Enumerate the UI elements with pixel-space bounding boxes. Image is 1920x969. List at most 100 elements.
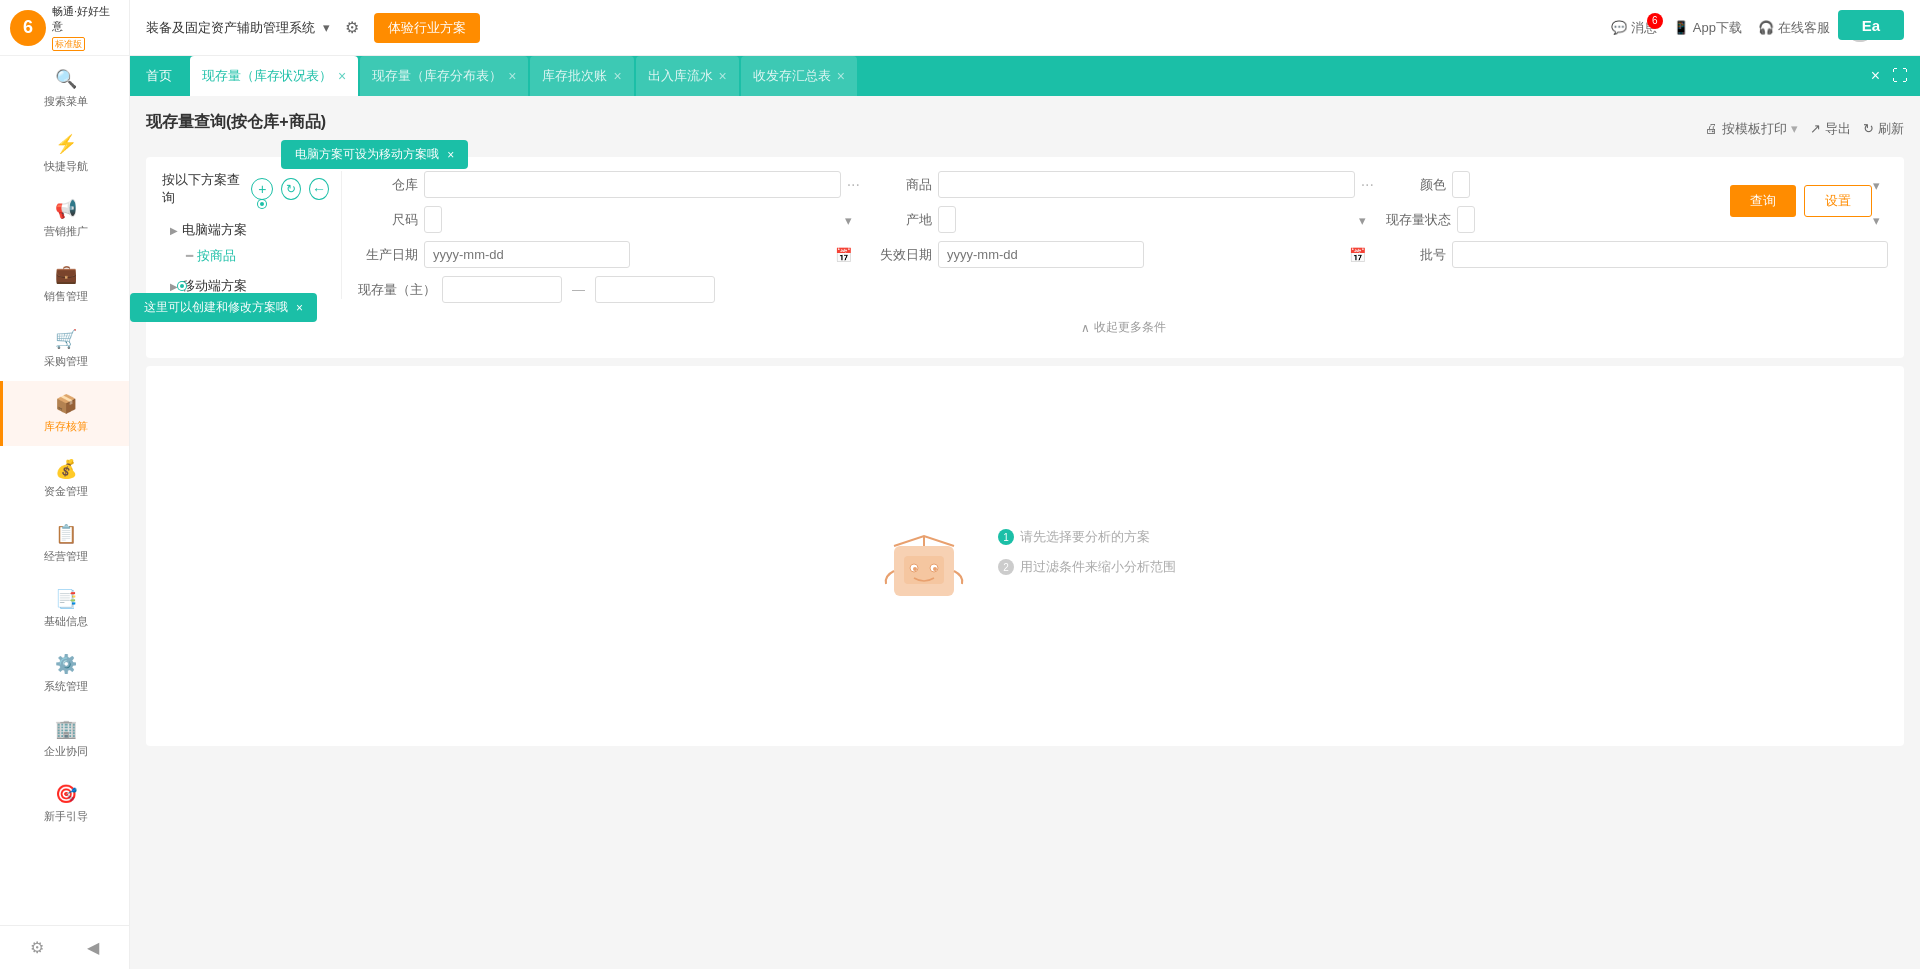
tab-inventory-batch[interactable]: 库存批次账 × xyxy=(530,56,633,96)
step-2-label: 用过滤条件来缩小分析范围 xyxy=(1020,558,1176,576)
main-content: 现存量查询(按仓库+商品) 🖨 按模板打印 ▾ ↗ 导出 ↻ 刷新 xyxy=(130,96,1920,969)
empty-step-1: 1 请先选择要分析的方案 xyxy=(998,528,1176,546)
online-service-button[interactable]: 🎧 在线客服 xyxy=(1758,19,1830,37)
filter-field-inventory-qty: 现存量（主） — xyxy=(358,276,758,303)
filter-field-inventory-status: 现存量状态 xyxy=(1386,206,1888,233)
filter-header: 按以下方案查询 + 电脑方案可设为移动方案哦 × ↻ xyxy=(162,171,329,207)
size-label: 尺码 xyxy=(358,211,418,229)
sidebar-item-finance[interactable]: 💰 资金管理 xyxy=(0,446,129,511)
origin-label: 产地 xyxy=(872,211,932,229)
tree-desktop[interactable]: ▶ 电脑端方案 xyxy=(170,217,329,243)
origin-select[interactable] xyxy=(938,206,956,233)
empty-state-panel: 1 请先选择要分析的方案 2 用过滤条件来缩小分析范围 xyxy=(146,366,1904,746)
warehouse-input[interactable] xyxy=(424,171,841,198)
tab-close-collect-summary[interactable]: × xyxy=(837,68,845,84)
warehouse-dots[interactable]: ··· xyxy=(847,176,860,194)
message-button[interactable]: 💬 消息 6 xyxy=(1611,19,1657,37)
add-scenario-button[interactable]: + xyxy=(251,178,273,200)
sidebar-item-enterprise[interactable]: 🏢 企业协同 xyxy=(0,706,129,771)
export-button[interactable]: ↗ 导出 xyxy=(1810,120,1851,138)
sidebar-item-label: 库存核算 xyxy=(44,419,88,434)
sidebar-item-system[interactable]: ⚙️ 系统管理 xyxy=(0,641,129,706)
batch-input[interactable] xyxy=(1452,241,1888,268)
tab-close-inventory-status[interactable]: × xyxy=(338,68,346,84)
tree-item-by-goods[interactable]: ━ 按商品 xyxy=(186,243,329,269)
tab-label: 现存量（库存状况表） xyxy=(202,67,332,85)
goods-dots[interactable]: ··· xyxy=(1361,176,1374,194)
size-select[interactable] xyxy=(424,206,442,233)
settings-button[interactable]: ⚙ xyxy=(338,14,366,42)
sidebar-item-purchase[interactable]: 🛒 采购管理 xyxy=(0,316,129,381)
tab-close-in-out-flow[interactable]: × xyxy=(719,68,727,84)
sidebar-item-operations[interactable]: 📋 经营管理 xyxy=(0,511,129,576)
tooltip-close-2[interactable]: × xyxy=(296,301,303,315)
tab-collect-summary[interactable]: 收发存汇总表 × xyxy=(741,56,857,96)
filter-field-goods: 商品 ··· xyxy=(872,171,1374,198)
sidebar-item-label: 新手引导 xyxy=(44,809,88,824)
filter-field-warehouse: 仓库 ··· xyxy=(358,171,860,198)
sidebar-item-label: 系统管理 xyxy=(44,679,88,694)
trial-button[interactable]: 体验行业方案 xyxy=(374,13,480,43)
filter-panel: 按以下方案查询 + 电脑方案可设为移动方案哦 × ↻ xyxy=(146,157,1904,358)
tab-close-inventory-batch[interactable]: × xyxy=(613,68,621,84)
money-icon: 💰 xyxy=(55,458,77,480)
print-button[interactable]: 🖨 按模板打印 ▾ xyxy=(1705,120,1798,138)
collapse-footer-button[interactable]: ◀ xyxy=(87,938,99,957)
production-date-label: 生产日期 xyxy=(358,246,418,264)
arrow-scenario-button[interactable]: ← xyxy=(309,178,329,200)
settings-footer-button[interactable]: ⚙ xyxy=(30,938,44,957)
sidebar-footer: ⚙ ◀ xyxy=(0,925,129,969)
color-select[interactable] xyxy=(1452,171,1470,198)
batch-label: 批号 xyxy=(1386,246,1446,264)
color-label: 颜色 xyxy=(1386,176,1446,194)
tree-desktop-children: ━ 按商品 xyxy=(170,243,329,269)
sidebar-item-quick-nav[interactable]: ⚡ 快捷导航 xyxy=(0,121,129,186)
close-tab-button[interactable]: × xyxy=(1867,63,1884,89)
sidebar-item-search-menu[interactable]: 🔍 搜索菜单 xyxy=(0,56,129,121)
tab-in-out-flow[interactable]: 出入库流水 × xyxy=(636,56,739,96)
tab-home[interactable]: 首页 xyxy=(130,56,188,96)
sidebar-item-label: 营销推广 xyxy=(44,224,88,239)
tab-close-inventory-distribution[interactable]: × xyxy=(508,68,516,84)
production-date-input[interactable] xyxy=(424,241,630,268)
sidebar-item-guide[interactable]: 🎯 新手引导 xyxy=(0,771,129,836)
refresh-button[interactable]: ↻ 刷新 xyxy=(1863,120,1904,138)
tree-collapse-icon: ▶ xyxy=(170,225,178,236)
sidebar-item-basic-info[interactable]: 📑 基础信息 xyxy=(0,576,129,641)
online-service-label: 在线客服 xyxy=(1778,19,1830,37)
sidebar-item-sales[interactable]: 💼 销售管理 xyxy=(0,251,129,316)
inventory-status-select[interactable] xyxy=(1457,206,1475,233)
expiry-date-input[interactable] xyxy=(938,241,1144,268)
tab-inventory-distribution[interactable]: 现存量（库存分布表） × xyxy=(360,56,528,96)
fullscreen-button[interactable]: ⛶ xyxy=(1888,63,1912,89)
expiry-date-label: 失效日期 xyxy=(872,246,932,264)
collapse-up-icon: ∧ xyxy=(1081,321,1090,335)
sidebar-logo: 6 畅通·好好生意 标准版 xyxy=(0,0,129,56)
collapse-label: 收起更多条件 xyxy=(1094,319,1166,336)
collapse-row[interactable]: ∧ 收起更多条件 xyxy=(358,311,1888,344)
sidebar-item-label: 采购管理 xyxy=(44,354,88,369)
tab-inventory-status[interactable]: 现存量（库存状况表） × xyxy=(190,56,358,96)
tab-label: 出入库流水 xyxy=(648,67,713,85)
sidebar-item-marketing[interactable]: 📢 营销推广 xyxy=(0,186,129,251)
app-download-button[interactable]: 📱 App下载 xyxy=(1673,19,1742,37)
printer-icon: 🖨 xyxy=(1705,121,1718,136)
phone-icon: 📱 xyxy=(1673,20,1689,35)
refresh-scenario-button[interactable]: ↻ xyxy=(281,178,301,200)
document-icon: 📑 xyxy=(55,588,77,610)
building-icon: 🏢 xyxy=(55,718,77,740)
sidebar-item-inventory[interactable]: 📦 库存核算 xyxy=(0,381,129,446)
system-select-button[interactable]: ▾ xyxy=(323,20,330,35)
dot-indicator-1 xyxy=(258,200,266,208)
filter-field-batch: 批号 xyxy=(1386,241,1888,268)
inventory-qty-min-input[interactable] xyxy=(442,276,562,303)
flash-icon: ⚡ xyxy=(55,133,77,155)
briefcase-icon: 💼 xyxy=(55,263,77,285)
goods-input[interactable] xyxy=(938,171,1355,198)
refresh-label: 刷新 xyxy=(1878,120,1904,138)
filter-label: 按以下方案查询 xyxy=(162,171,243,207)
sidebar-item-label: 搜索菜单 xyxy=(44,94,88,109)
inventory-qty-max-input[interactable] xyxy=(595,276,715,303)
tooltip-close-1[interactable]: × xyxy=(447,148,454,162)
file-icon: ━ xyxy=(186,249,193,263)
